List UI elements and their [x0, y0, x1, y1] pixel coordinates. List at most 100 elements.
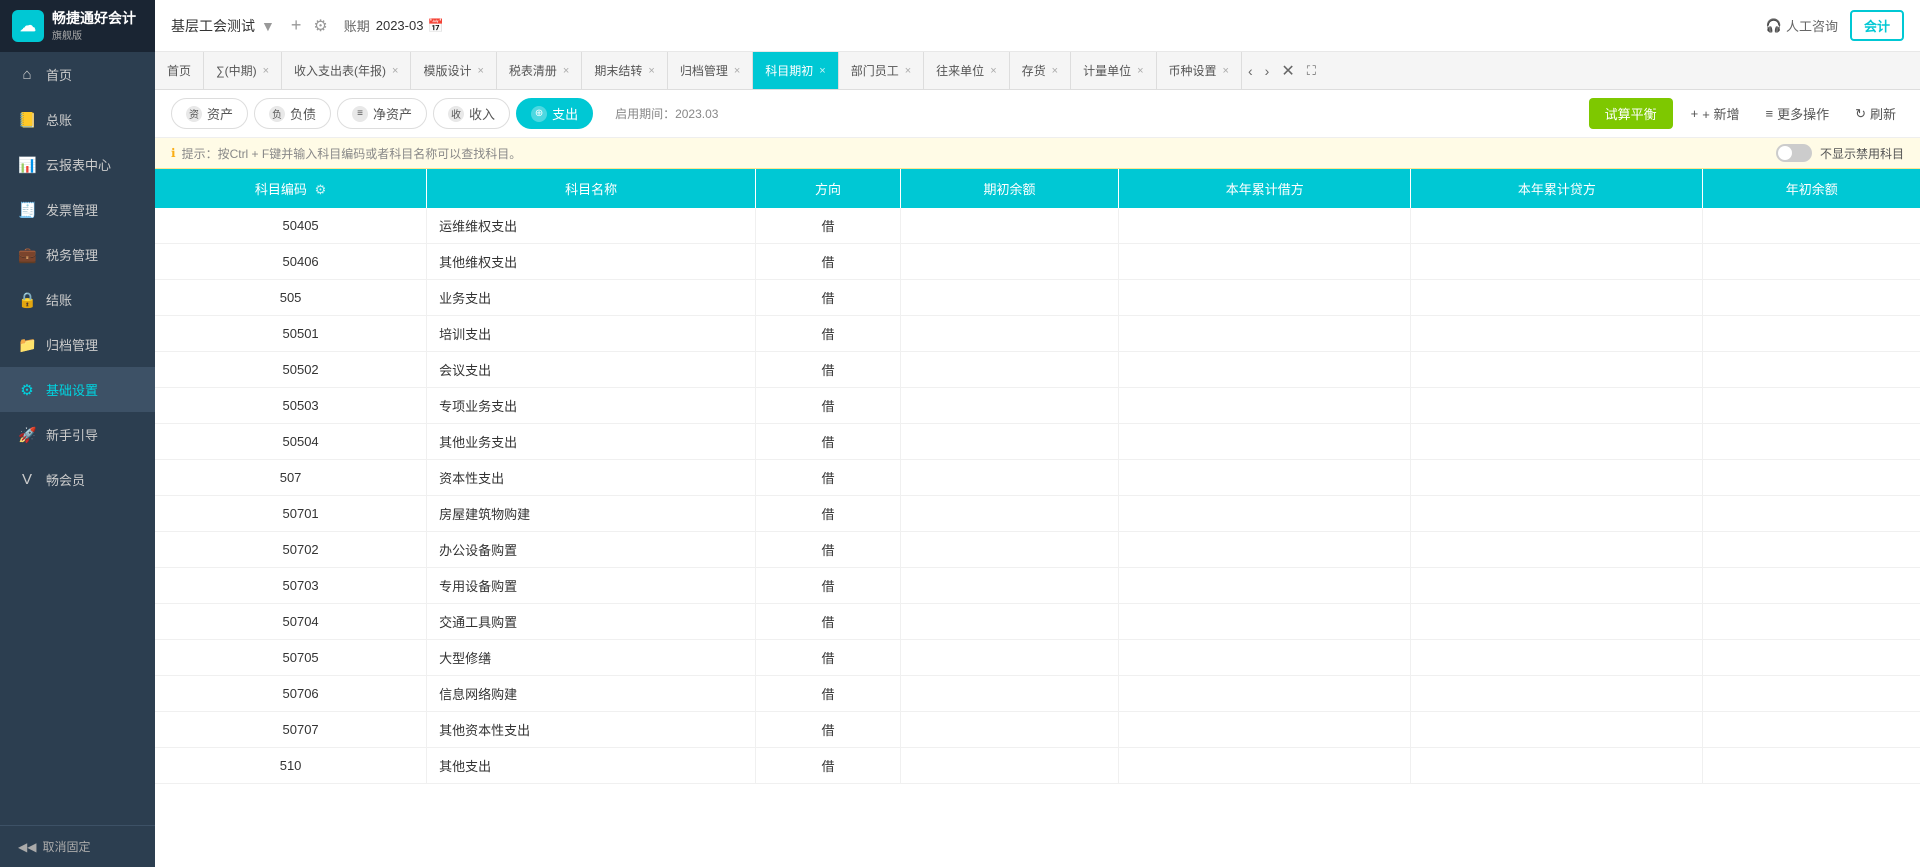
calendar-icon[interactable]: 📅: [427, 18, 443, 34]
refresh-button[interactable]: ↻ 刷新: [1847, 100, 1904, 127]
table-row[interactable]: 50704 交通工具购置 借: [155, 604, 1920, 640]
tab-subject_init[interactable]: 科目期初 ×: [753, 52, 838, 89]
tab-interim[interactable]: ∑(中期)×: [204, 52, 282, 89]
tab-archive_mgmt[interactable]: 归档管理×: [668, 52, 753, 89]
cell-ytd-credit: [1411, 316, 1703, 352]
cell-ytd-debit: [1119, 532, 1411, 568]
header-settings-icon[interactable]: ⚙: [313, 16, 327, 36]
tab-income_annual[interactable]: 收入支出表(年报)×: [282, 52, 411, 89]
cell-beginning-balance: [1703, 676, 1920, 712]
table-row[interactable]: 50703 专用设备购置 借: [155, 568, 1920, 604]
cell-code: 50707: [155, 712, 427, 748]
hint-right: 不显示禁用科目: [1776, 144, 1904, 162]
sub-tab-net_asset[interactable]: ≡净资产: [337, 98, 427, 129]
sidebar-item-tax[interactable]: 💼税务管理: [0, 232, 155, 277]
cell-opening-balance: [900, 424, 1118, 460]
close-icon: 🔒: [18, 291, 36, 309]
table-row[interactable]: 50502 会议支出 借: [155, 352, 1920, 388]
tab-close-icon[interactable]: ×: [734, 65, 740, 77]
tab-inventory[interactable]: 存货×: [1010, 52, 1071, 89]
tab-close-icon[interactable]: ×: [819, 65, 825, 77]
tab-template[interactable]: 模版设计×: [411, 52, 496, 89]
sub-tab-asset-icon: 资: [186, 106, 202, 122]
sidebar-menu: ⌂首页📒总账📊云报表中心🧾发票管理💼税务管理🔒结账📁归档管理⚙基础设置🚀新手引导…: [0, 52, 155, 825]
balance-button[interactable]: 试算平衡: [1589, 98, 1673, 129]
table-row[interactable]: 50503 专项业务支出 借: [155, 388, 1920, 424]
tab-label: 科目期初: [765, 62, 813, 79]
cell-code: 50405: [155, 208, 427, 244]
tab-next-button[interactable]: ›: [1259, 52, 1276, 89]
table-row[interactable]: 50501 培训支出 借: [155, 316, 1920, 352]
sidebar-footer[interactable]: ◀◀ 取消固定: [0, 825, 155, 867]
sidebar-item-reports[interactable]: 📊云报表中心: [0, 142, 155, 187]
disable-toggle[interactable]: [1776, 144, 1812, 162]
tab-period_end[interactable]: 期末结转×: [582, 52, 667, 89]
table-row[interactable]: 50701 房屋建筑物购建 借: [155, 496, 1920, 532]
table-row[interactable]: 50706 信息网络购建 借: [155, 676, 1920, 712]
header-right: 🎧 人工咨询 会计: [1766, 10, 1904, 41]
tab-close-icon[interactable]: ×: [1052, 65, 1058, 77]
sidebar-item-archive[interactable]: 📁归档管理: [0, 322, 155, 367]
sub-tab-asset[interactable]: 资资产: [171, 98, 248, 129]
tab-currency[interactable]: 币种设置×: [1157, 52, 1242, 89]
tab-counterpart[interactable]: 往来单位 ×: [924, 52, 1009, 89]
tab-tax_clear[interactable]: 税表清册×: [497, 52, 582, 89]
table-row[interactable]: 50405 运维维权支出 借: [155, 208, 1920, 244]
sidebar-item-invoice[interactable]: 🧾发票管理: [0, 187, 155, 232]
maximize-button[interactable]: ⛶: [1301, 52, 1322, 89]
account-button[interactable]: 会计: [1850, 10, 1904, 41]
cell-opening-balance: [900, 460, 1118, 496]
tab-label: 往来单位: [936, 62, 984, 79]
period-label: 账期: [344, 16, 370, 35]
tab-unit[interactable]: 计量单位×: [1071, 52, 1156, 89]
tab-close-icon[interactable]: ×: [563, 65, 569, 77]
tab-close-icon[interactable]: ×: [392, 65, 398, 77]
sidebar-item-ledger[interactable]: 📒总账: [0, 97, 155, 142]
tab-close-icon[interactable]: ×: [905, 65, 911, 77]
table-row[interactable]: 505 业务支出 借: [155, 280, 1920, 316]
cell-code: 507: [155, 460, 427, 496]
service-button[interactable]: 🎧 人工咨询: [1766, 16, 1838, 35]
cell-ytd-debit: [1119, 208, 1411, 244]
tab-close-icon[interactable]: ×: [477, 65, 483, 77]
table-row[interactable]: 50705 大型修缮 借: [155, 640, 1920, 676]
table-row[interactable]: 507 资本性支出 借: [155, 460, 1920, 496]
tab-close-icon[interactable]: ×: [1223, 65, 1229, 77]
cell-beginning-balance: [1703, 460, 1920, 496]
add-tab-button[interactable]: +: [291, 15, 302, 36]
cell-name: 其他支出: [427, 748, 756, 784]
cell-opening-balance: [900, 748, 1118, 784]
company-selector[interactable]: 基层工会测试 ▼: [171, 16, 275, 36]
tab-close-icon[interactable]: ×: [990, 65, 996, 77]
tab-prev-button[interactable]: ‹: [1242, 52, 1259, 89]
sub-tab-liability[interactable]: 负负债: [254, 98, 331, 129]
table-row[interactable]: 50504 其他业务支出 借: [155, 424, 1920, 460]
tab-dept_staff[interactable]: 部门员工×: [839, 52, 924, 89]
sidebar-item-guide[interactable]: 🚀新手引导: [0, 412, 155, 457]
col-beginning-balance: 年初余额: [1703, 169, 1920, 208]
column-settings-icon[interactable]: ⚙: [315, 182, 327, 198]
sidebar-item-close[interactable]: 🔒结账: [0, 277, 155, 322]
sidebar-item-label: 税务管理: [46, 245, 98, 264]
cell-direction: 借: [756, 676, 901, 712]
tab-close-icon[interactable]: ×: [263, 65, 269, 77]
sub-tab-expenditure[interactable]: ⊕支出: [516, 98, 593, 129]
tab-close-icon[interactable]: ×: [1137, 65, 1143, 77]
sidebar-item-home[interactable]: ⌂首页: [0, 52, 155, 97]
sidebar: ☁ 畅捷通好会计 旗舰版 ⌂首页📒总账📊云报表中心🧾发票管理💼税务管理🔒结账📁归…: [0, 0, 155, 867]
sub-tab-income[interactable]: 收收入: [433, 98, 510, 129]
add-button[interactable]: + + 新增: [1683, 100, 1748, 127]
table-row[interactable]: 510 其他支出 借: [155, 748, 1920, 784]
sidebar-item-member[interactable]: V畅会员: [0, 457, 155, 502]
cell-beginning-balance: [1703, 748, 1920, 784]
more-actions-button[interactable]: ≡ 更多操作: [1757, 100, 1837, 127]
sub-tab-expenditure-icon: ⊕: [531, 106, 547, 122]
close-all-tabs-button[interactable]: ✕: [1275, 52, 1300, 89]
table-row[interactable]: 50406 其他维权支出 借: [155, 244, 1920, 280]
table-row[interactable]: 50707 其他资本性支出 借: [155, 712, 1920, 748]
tab-close-icon[interactable]: ×: [648, 65, 654, 77]
info-icon: ℹ: [171, 146, 176, 160]
table-row[interactable]: 50702 办公设备购置 借: [155, 532, 1920, 568]
sidebar-item-settings[interactable]: ⚙基础设置: [0, 367, 155, 412]
tab-home[interactable]: 首页: [155, 52, 204, 89]
